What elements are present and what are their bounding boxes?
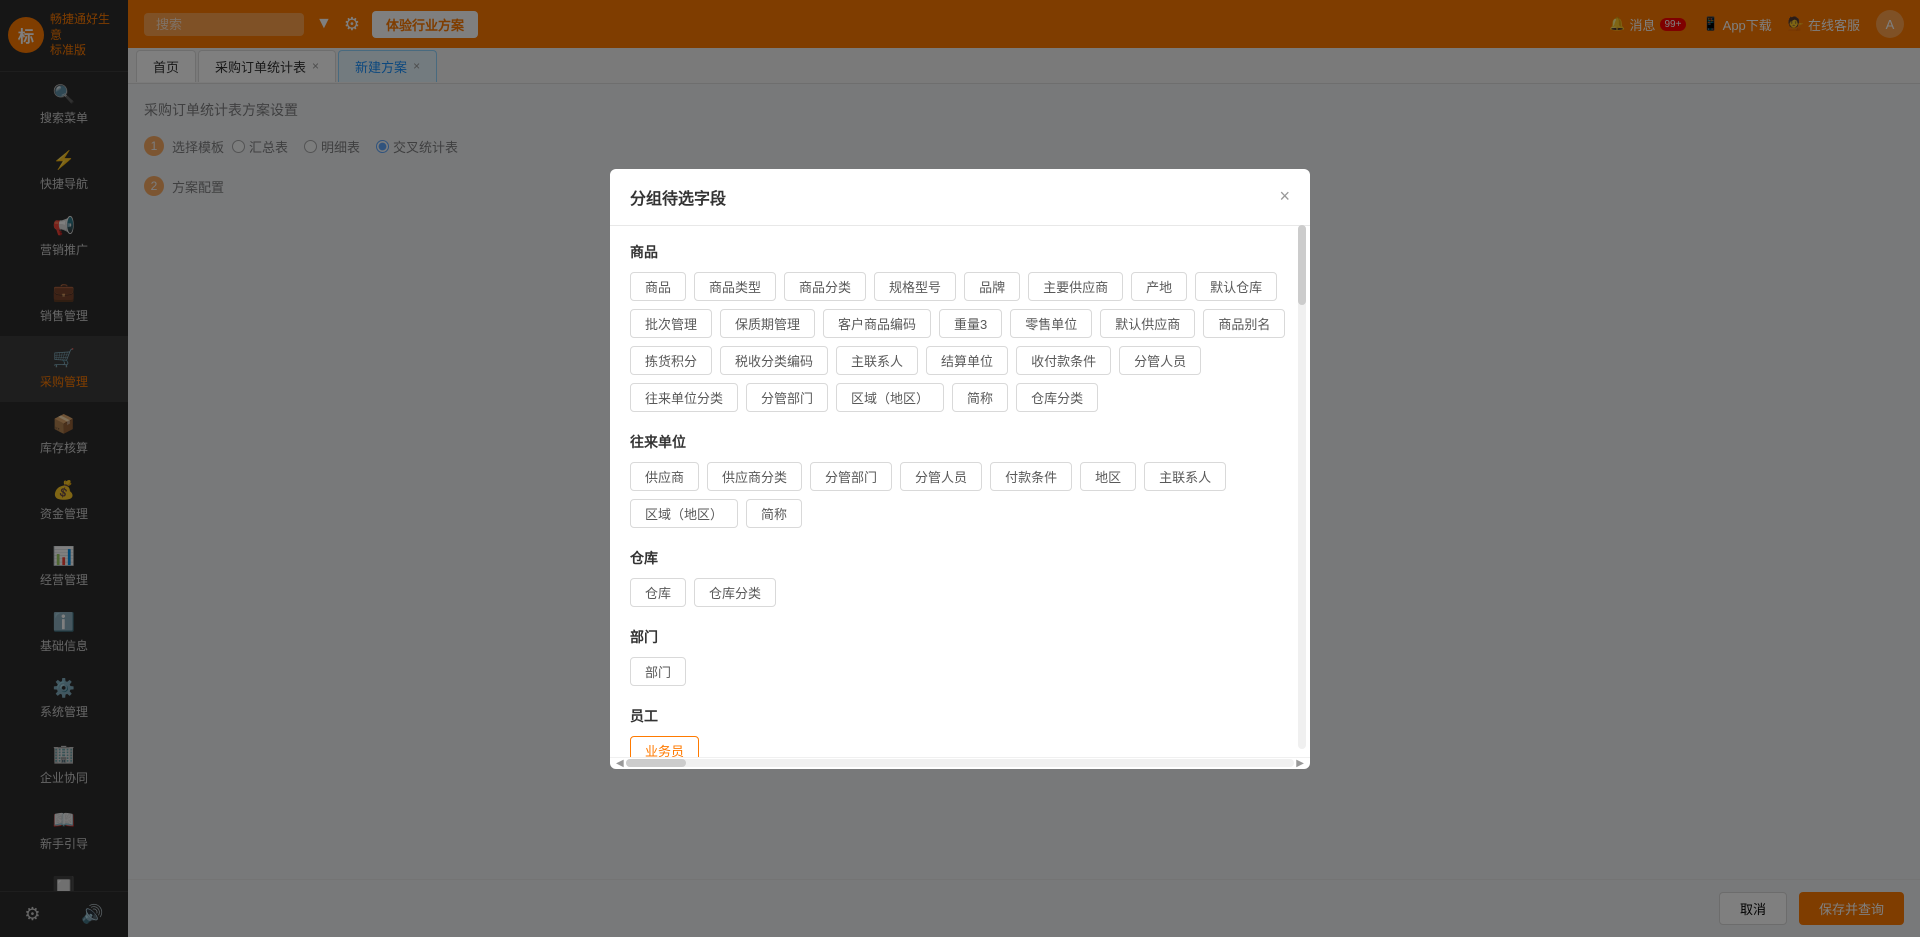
modal-close-button[interactable]: × [1279,186,1290,207]
field-tag[interactable]: 仓库分类 [1016,383,1098,412]
field-tag[interactable]: 主联系人 [1144,462,1226,491]
field-tag[interactable]: 商品类型 [694,272,776,301]
modal-hscroll: ◀ ▶ [610,757,1310,769]
section-employee-title: 员工 [630,706,1290,726]
section-warehouse: 仓库 仓库 仓库分类 [630,548,1290,607]
modal-overlay: 分组待选字段 × 商品 商品 商品类型 商品分类 规格型号 品牌 主要供应商 产… [0,0,1920,937]
field-tag[interactable]: 区域（地区） [630,499,738,528]
hscroll-thumb[interactable] [626,759,686,767]
field-tag[interactable]: 商品别名 [1203,309,1285,338]
section-product-title: 商品 [630,242,1290,262]
field-tag[interactable]: 保质期管理 [720,309,815,338]
field-tag[interactable]: 客户商品编码 [823,309,931,338]
field-tag[interactable]: 拣货积分 [630,346,712,375]
field-tag[interactable]: 供应商分类 [707,462,802,491]
field-tag[interactable]: 部门 [630,657,686,686]
field-tag-employee[interactable]: 业务员 [630,736,699,757]
field-tag[interactable]: 分管人员 [900,462,982,491]
field-tag[interactable]: 商品分类 [784,272,866,301]
modal-vscroll-track[interactable] [1298,225,1306,749]
field-tag[interactable]: 仓库分类 [694,578,776,607]
section-employee-fields: 业务员 [630,736,1290,757]
section-product-fields: 商品 商品类型 商品分类 规格型号 品牌 主要供应商 产地 默认仓库 批次管理 … [630,272,1290,412]
field-tag[interactable]: 分管部门 [810,462,892,491]
field-tag[interactable]: 批次管理 [630,309,712,338]
section-partner-title: 往来单位 [630,432,1290,452]
field-tag[interactable]: 主要供应商 [1028,272,1123,301]
field-tag[interactable]: 规格型号 [874,272,956,301]
field-tag[interactable]: 重量3 [939,309,1002,338]
section-product: 商品 商品 商品类型 商品分类 规格型号 品牌 主要供应商 产地 默认仓库 批次… [630,242,1290,412]
hscroll-left-arrow[interactable]: ◀ [614,758,626,769]
section-partner-fields: 供应商 供应商分类 分管部门 分管人员 付款条件 地区 主联系人 区域（地区） … [630,462,1290,528]
field-tag[interactable]: 默认供应商 [1100,309,1195,338]
field-tag[interactable]: 分管人员 [1119,346,1201,375]
field-tag[interactable]: 商品 [630,272,686,301]
hscroll-right-arrow[interactable]: ▶ [1294,758,1306,769]
field-tag[interactable]: 简称 [746,499,802,528]
hscroll-track[interactable] [626,759,1295,767]
section-department: 部门 部门 [630,627,1290,686]
field-tag[interactable]: 分管部门 [746,383,828,412]
field-tag[interactable]: 供应商 [630,462,699,491]
field-tag[interactable]: 结算单位 [926,346,1008,375]
field-tag[interactable]: 品牌 [964,272,1020,301]
field-tag[interactable]: 收付款条件 [1016,346,1111,375]
field-tag[interactable]: 付款条件 [990,462,1072,491]
section-partner: 往来单位 供应商 供应商分类 分管部门 分管人员 付款条件 地区 主联系人 区域… [630,432,1290,528]
section-department-title: 部门 [630,627,1290,647]
modal-header: 分组待选字段 × [610,169,1310,226]
section-employee: 员工 业务员 [630,706,1290,757]
modal-vscroll-thumb[interactable] [1298,225,1306,305]
field-tag[interactable]: 地区 [1080,462,1136,491]
modal-body[interactable]: 商品 商品 商品类型 商品分类 规格型号 品牌 主要供应商 产地 默认仓库 批次… [610,226,1310,757]
field-tag[interactable]: 往来单位分类 [630,383,738,412]
modal-title: 分组待选字段 [630,185,726,209]
field-tag[interactable]: 税收分类编码 [720,346,828,375]
field-tag[interactable]: 产地 [1131,272,1187,301]
modal: 分组待选字段 × 商品 商品 商品类型 商品分类 规格型号 品牌 主要供应商 产… [610,169,1310,769]
field-tag[interactable]: 仓库 [630,578,686,607]
field-tag[interactable]: 简称 [952,383,1008,412]
field-tag[interactable]: 零售单位 [1010,309,1092,338]
field-tag[interactable]: 区域（地区） [836,383,944,412]
section-department-fields: 部门 [630,657,1290,686]
section-warehouse-fields: 仓库 仓库分类 [630,578,1290,607]
field-tag[interactable]: 默认仓库 [1195,272,1277,301]
section-warehouse-title: 仓库 [630,548,1290,568]
field-tag[interactable]: 主联系人 [836,346,918,375]
